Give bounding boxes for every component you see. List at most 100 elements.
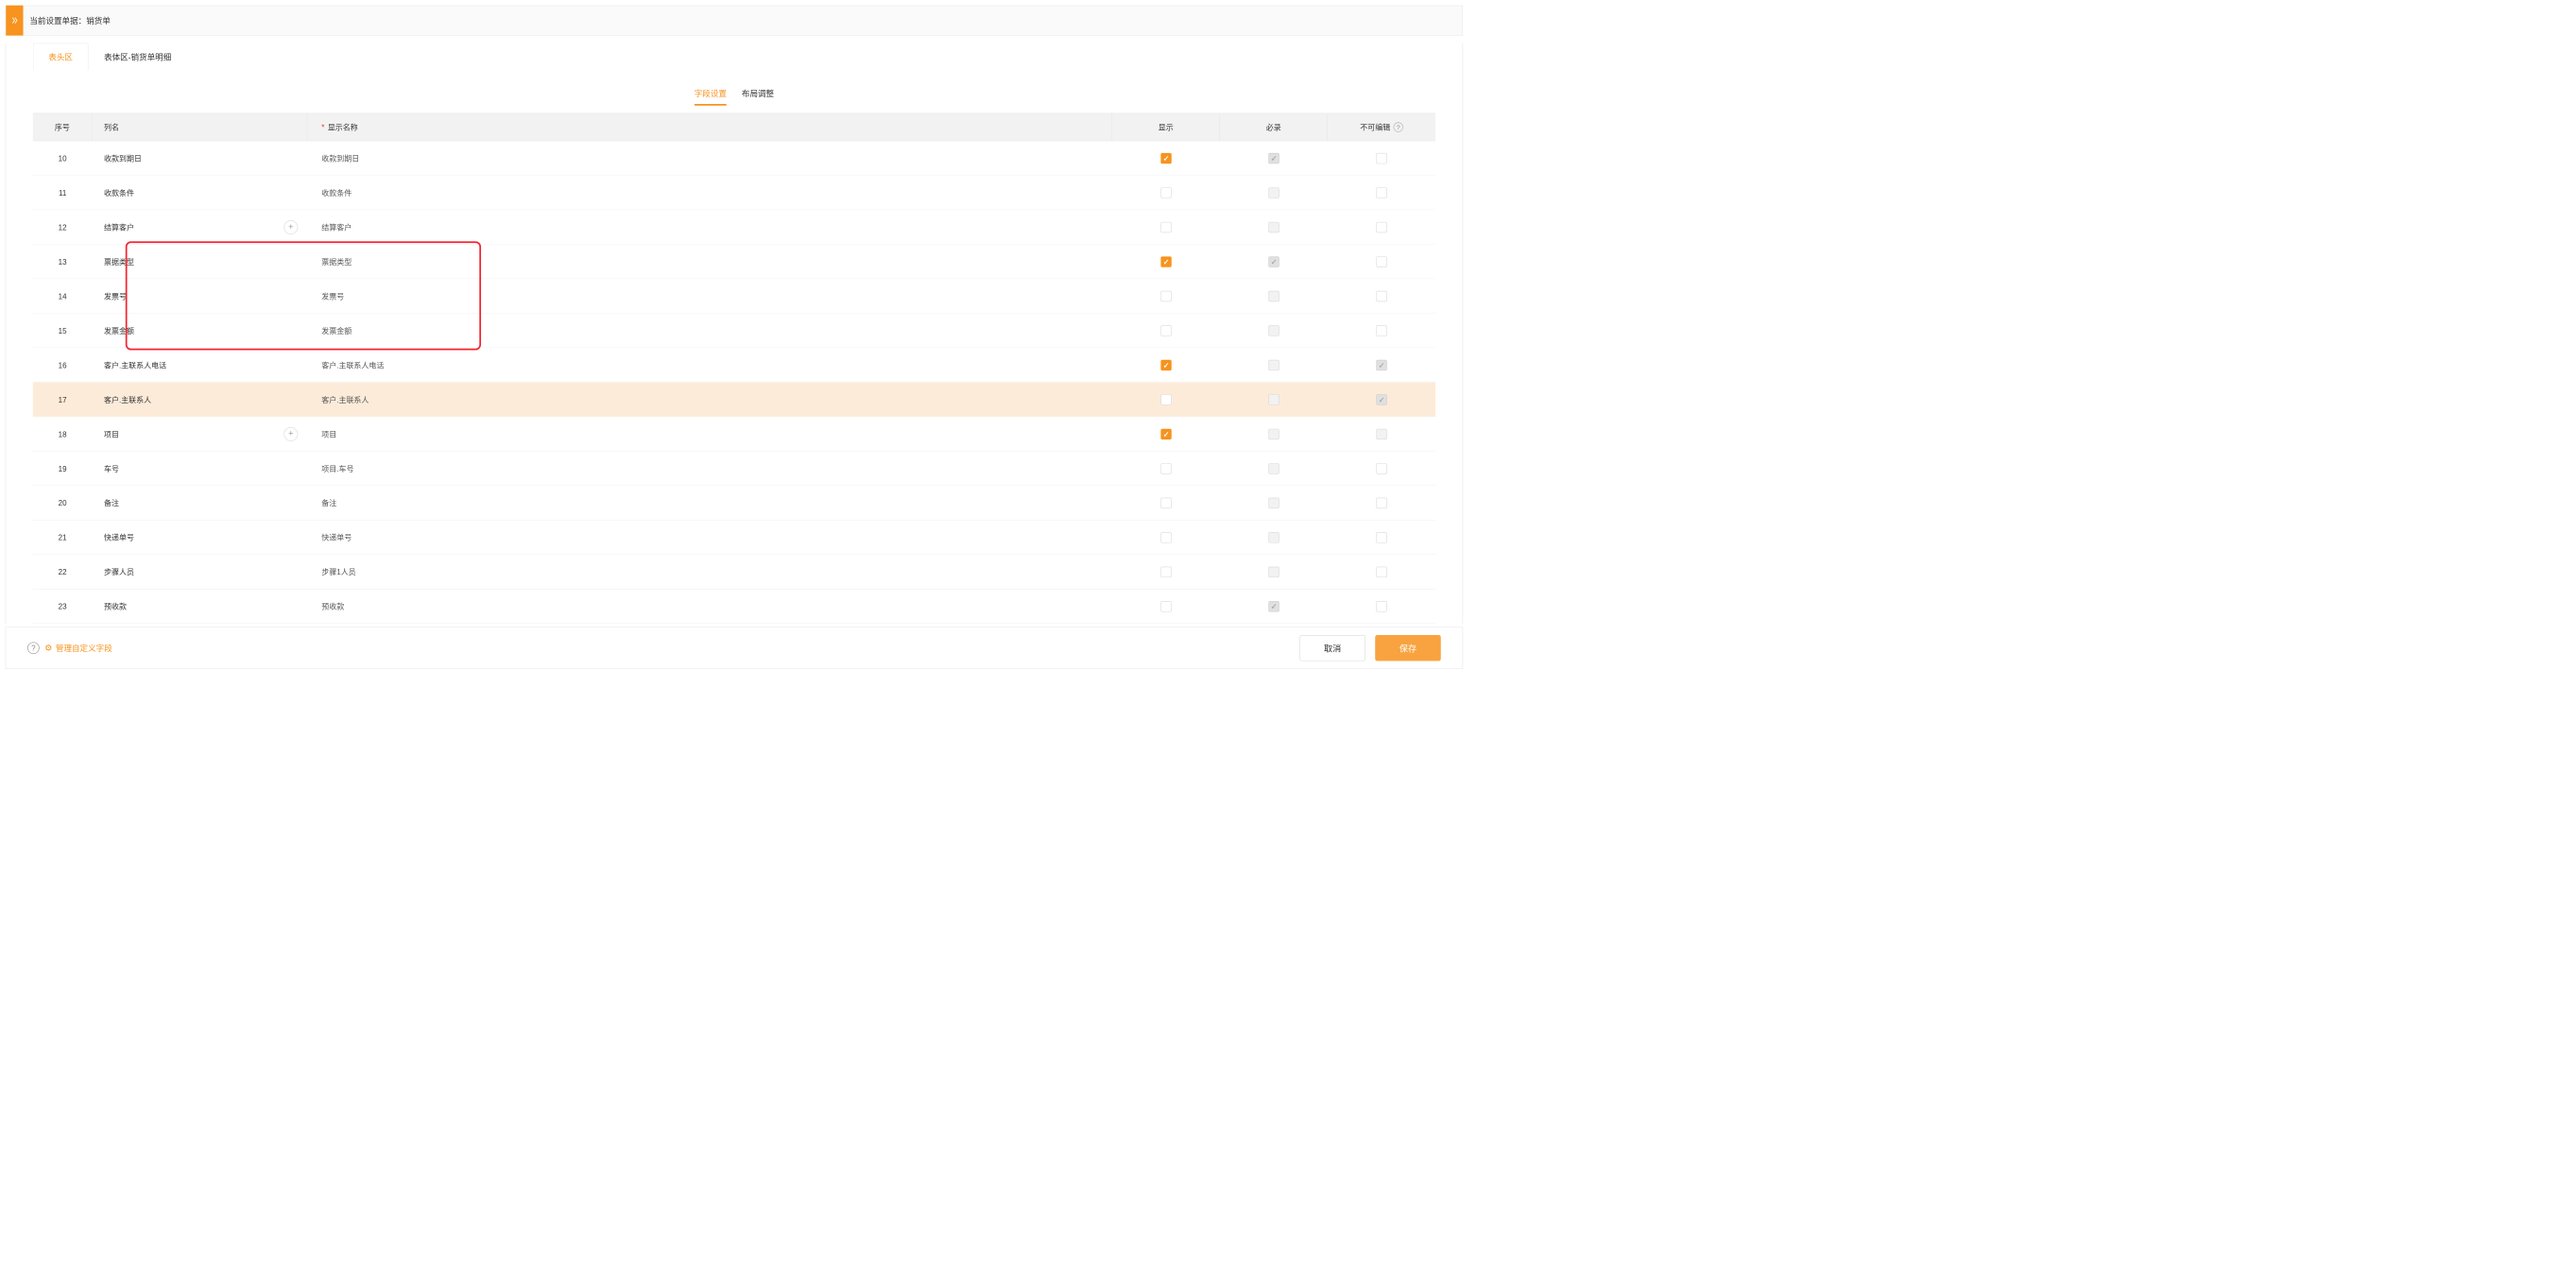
checkbox-readonly[interactable] xyxy=(1376,325,1386,335)
checkbox-readonly[interactable] xyxy=(1376,497,1386,507)
cell-column-name: 预收款 xyxy=(92,590,307,624)
sub-tab-1[interactable]: 布局调整 xyxy=(742,88,774,106)
cell-required xyxy=(1220,176,1328,210)
cell-required xyxy=(1220,279,1328,313)
checkbox-show[interactable] xyxy=(1160,153,1171,163)
cell-seq: 16 xyxy=(33,348,93,382)
cell-readonly xyxy=(1328,383,1435,417)
checkbox-show[interactable] xyxy=(1160,187,1171,198)
cell-display-name[interactable]: 发票金额 xyxy=(307,314,1112,348)
checkbox-show[interactable] xyxy=(1160,463,1171,473)
cell-seq: 21 xyxy=(33,521,93,555)
checkbox-show[interactable] xyxy=(1160,428,1171,438)
checkbox-readonly[interactable] xyxy=(1376,532,1386,542)
expand-sidebar-button[interactable] xyxy=(6,6,23,36)
cell-required xyxy=(1220,417,1328,451)
checkbox-readonly[interactable] xyxy=(1376,153,1386,163)
checkbox-readonly xyxy=(1376,394,1386,404)
cell-display-name[interactable]: 客户.主联系人电话 xyxy=(307,348,1112,382)
help-icon[interactable]: ? xyxy=(1394,122,1403,131)
cell-display-name[interactable]: 客户.主联系人 xyxy=(307,383,1112,417)
help-icon[interactable]: ? xyxy=(27,642,40,654)
cell-display-name[interactable]: 收款到期日 xyxy=(307,141,1112,175)
checkbox-readonly[interactable] xyxy=(1376,566,1386,576)
table-row: 20备注备注 xyxy=(33,486,1435,520)
checkbox-show[interactable] xyxy=(1160,497,1171,507)
checkbox-show[interactable] xyxy=(1160,222,1171,232)
col-header-display: * 显示名称 xyxy=(307,113,1112,141)
checkbox-required xyxy=(1268,187,1279,198)
col-header-show: 显示 xyxy=(1112,113,1220,141)
cell-display-name[interactable]: 发票号 xyxy=(307,279,1112,313)
cell-show xyxy=(1112,555,1220,589)
checkbox-show[interactable] xyxy=(1160,394,1171,404)
cell-display-name[interactable]: 票据类型 xyxy=(307,245,1112,279)
checkbox-show[interactable] xyxy=(1160,359,1171,370)
cell-seq: 14 xyxy=(33,279,93,313)
checkbox-show[interactable] xyxy=(1160,601,1171,611)
cell-required xyxy=(1220,452,1328,486)
cell-seq: 11 xyxy=(33,176,93,210)
table-row: 14发票号发票号 xyxy=(33,279,1435,313)
checkbox-readonly[interactable] xyxy=(1376,187,1386,198)
cell-readonly xyxy=(1328,555,1435,589)
gear-icon: ⚙ xyxy=(44,643,52,653)
table-row: 11收款条件收款条件 xyxy=(33,176,1435,210)
cell-readonly xyxy=(1328,590,1435,624)
cell-display-name[interactable]: 项目.车号 xyxy=(307,452,1112,486)
table-row: 17客户.主联系人客户.主联系人 xyxy=(33,383,1435,417)
cell-required xyxy=(1220,141,1328,175)
cell-required xyxy=(1220,555,1328,589)
add-child-button[interactable]: + xyxy=(283,220,298,234)
cell-required xyxy=(1220,348,1328,382)
checkbox-required xyxy=(1268,566,1279,576)
checkbox-required xyxy=(1268,532,1279,542)
cell-readonly xyxy=(1328,348,1435,382)
area-tab-1[interactable]: 表体区-销货单明细 xyxy=(88,43,186,71)
checkbox-show[interactable] xyxy=(1160,256,1171,266)
cell-display-name[interactable]: 预收款 xyxy=(307,590,1112,624)
checkbox-show[interactable] xyxy=(1160,291,1171,301)
area-tab-0[interactable]: 表头区 xyxy=(33,43,89,71)
checkbox-readonly[interactable] xyxy=(1376,291,1386,301)
checkbox-required xyxy=(1268,222,1279,232)
cell-show xyxy=(1112,417,1220,451)
cell-display-name[interactable]: 结算客户 xyxy=(307,210,1112,244)
cell-show xyxy=(1112,279,1220,313)
save-button[interactable]: 保存 xyxy=(1375,635,1441,661)
table-row: 18项目+项目 xyxy=(33,417,1435,451)
manage-custom-fields-link[interactable]: ⚙ 管理自定义字段 xyxy=(44,643,112,654)
checkbox-readonly[interactable] xyxy=(1376,463,1386,473)
table-row: 23预收款预收款 xyxy=(33,590,1435,624)
cell-show xyxy=(1112,590,1220,624)
checkbox-readonly[interactable] xyxy=(1376,256,1386,266)
checkbox-required xyxy=(1268,291,1279,301)
cell-display-name[interactable]: 收款条件 xyxy=(307,176,1112,210)
cell-display-name[interactable]: 步骤1人员 xyxy=(307,555,1112,589)
table-row: 16客户.主联系人电话客户.主联系人电话 xyxy=(33,348,1435,382)
cell-display-name[interactable]: 备注 xyxy=(307,486,1112,520)
sub-tab-0[interactable]: 字段设置 xyxy=(695,88,727,106)
col-header-required: 必录 xyxy=(1220,113,1328,141)
cell-seq: 15 xyxy=(33,314,93,348)
checkbox-readonly[interactable] xyxy=(1376,222,1386,232)
cancel-button[interactable]: 取消 xyxy=(1299,635,1365,661)
cell-display-name[interactable]: 快递单号 xyxy=(307,521,1112,555)
checkbox-required xyxy=(1268,256,1279,266)
cell-column-name: 快递单号 xyxy=(92,521,307,555)
page-header: 当前设置单据：销货单 xyxy=(6,6,1463,36)
checkbox-show[interactable] xyxy=(1160,532,1171,542)
cell-readonly xyxy=(1328,176,1435,210)
cell-show xyxy=(1112,452,1220,486)
add-child-button[interactable]: + xyxy=(283,427,298,441)
cell-seq: 18 xyxy=(33,417,93,451)
checkbox-readonly[interactable] xyxy=(1376,601,1386,611)
col-header-readonly: 不可编辑 ? xyxy=(1328,113,1435,141)
sub-tabs: 字段设置布局调整 xyxy=(33,88,1435,106)
checkbox-readonly xyxy=(1376,359,1386,370)
checkbox-show[interactable] xyxy=(1160,325,1171,335)
table-row: 19车号项目.车号 xyxy=(33,452,1435,486)
cell-display-name[interactable]: 项目 xyxy=(307,417,1112,451)
checkbox-show[interactable] xyxy=(1160,566,1171,576)
cell-show xyxy=(1112,245,1220,279)
